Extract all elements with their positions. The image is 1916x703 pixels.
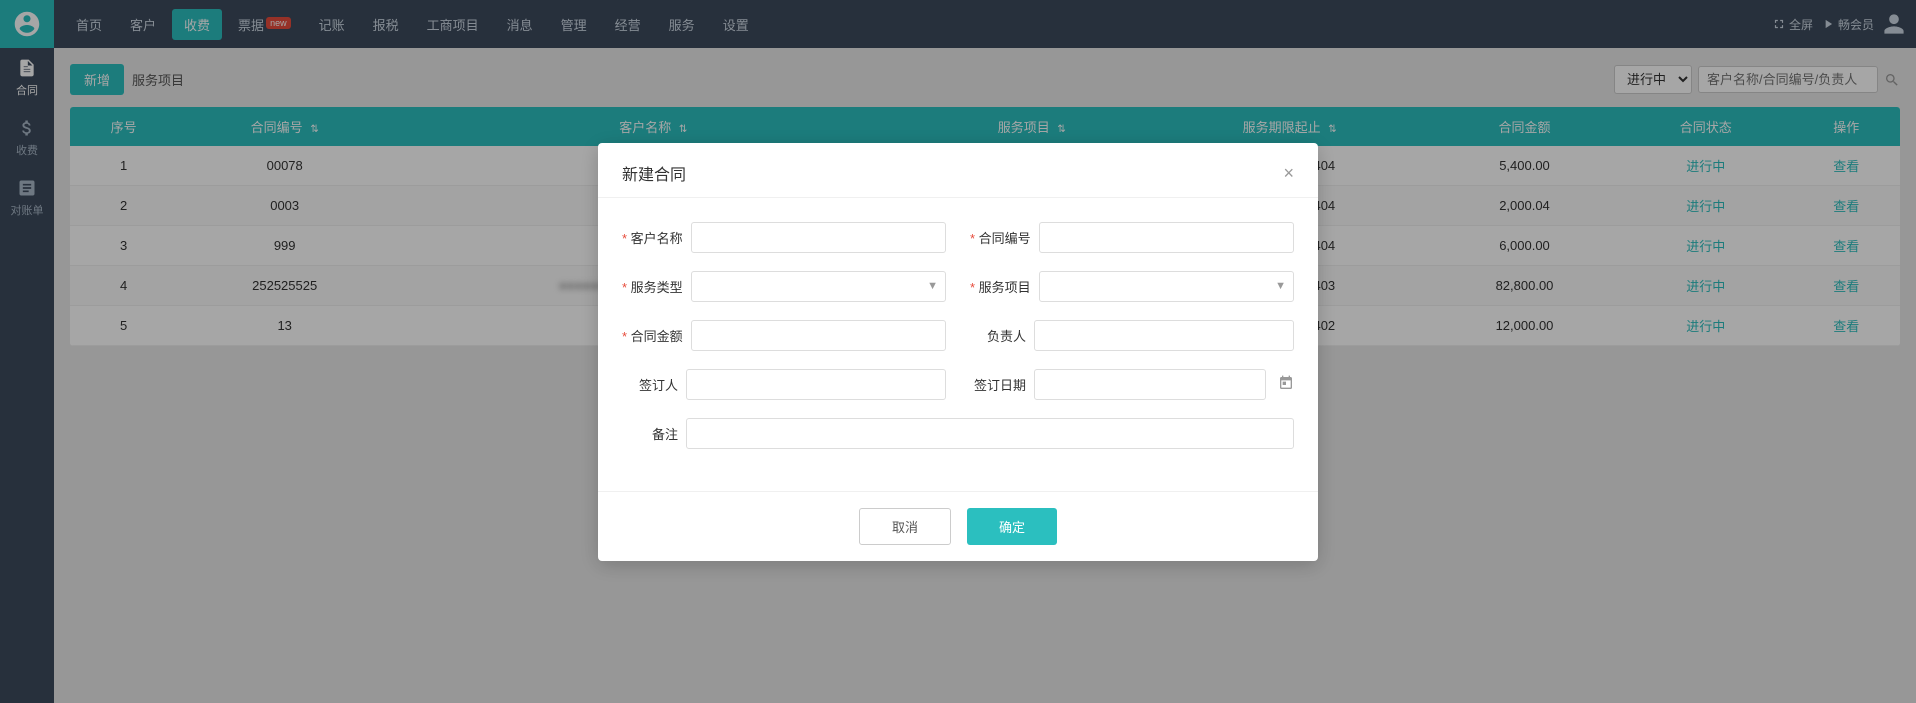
responsible-person-input[interactable] (1034, 320, 1294, 351)
customer-name-input[interactable] (691, 222, 946, 253)
signer-label: 签订人 (622, 375, 678, 394)
responsible-person-label: 负责人 (970, 326, 1026, 345)
signer-field: 签订人 (622, 369, 946, 400)
service-item-select-wrap: ▼ (1039, 271, 1294, 302)
customer-name-label: 客户名称 (622, 228, 683, 247)
dialog-close-button[interactable]: × (1283, 164, 1294, 182)
modal-overlay[interactable]: 新建合同 × 客户名称 合同编号 服务类型 (0, 0, 1916, 703)
dialog-header: 新建合同 × (598, 143, 1318, 198)
contract-amount-label: 合同金额 (622, 326, 683, 345)
confirm-button[interactable]: 确定 (967, 508, 1057, 545)
form-row-5: 备注 (622, 418, 1294, 449)
form-row-2: 服务类型 ▼ 服务项目 ▼ (622, 271, 1294, 302)
service-item-label: 服务项目 (970, 277, 1031, 296)
service-type-field: 服务类型 ▼ (622, 271, 946, 302)
service-type-label: 服务类型 (622, 277, 683, 296)
dialog-title: 新建合同 (622, 161, 686, 185)
signer-input[interactable] (686, 369, 946, 400)
responsible-person-field: 负责人 (970, 320, 1294, 351)
contract-no-input[interactable] (1039, 222, 1294, 253)
contract-no-label: 合同编号 (970, 228, 1031, 247)
sign-date-label: 签订日期 (970, 375, 1026, 394)
customer-name-field: 客户名称 (622, 222, 946, 253)
service-item-field: 服务项目 ▼ (970, 271, 1294, 302)
contract-amount-input[interactable]: 0.00 (691, 320, 946, 351)
sign-date-input[interactable]: 2023-06-06 (1034, 369, 1266, 400)
remark-input[interactable] (686, 418, 1294, 449)
new-contract-dialog: 新建合同 × 客户名称 合同编号 服务类型 (598, 143, 1318, 561)
cancel-button[interactable]: 取消 (859, 508, 951, 545)
contract-amount-field: 合同金额 0.00 (622, 320, 946, 351)
form-row-1: 客户名称 合同编号 (622, 222, 1294, 253)
remark-label: 备注 (622, 424, 678, 443)
form-row-3: 合同金额 0.00 负责人 (622, 320, 1294, 351)
remark-field: 备注 (622, 418, 1294, 449)
calendar-icon[interactable] (1278, 375, 1294, 394)
contract-no-field: 合同编号 (970, 222, 1294, 253)
form-row-4: 签订人 签订日期 2023-06-06 (622, 369, 1294, 400)
service-type-select[interactable] (691, 271, 946, 302)
dialog-body: 客户名称 合同编号 服务类型 ▼ 服务项目 (598, 198, 1318, 491)
dialog-footer: 取消 确定 (598, 491, 1318, 561)
service-item-select[interactable] (1039, 271, 1294, 302)
sign-date-field: 签订日期 2023-06-06 (970, 369, 1294, 400)
service-type-select-wrap: ▼ (691, 271, 946, 302)
